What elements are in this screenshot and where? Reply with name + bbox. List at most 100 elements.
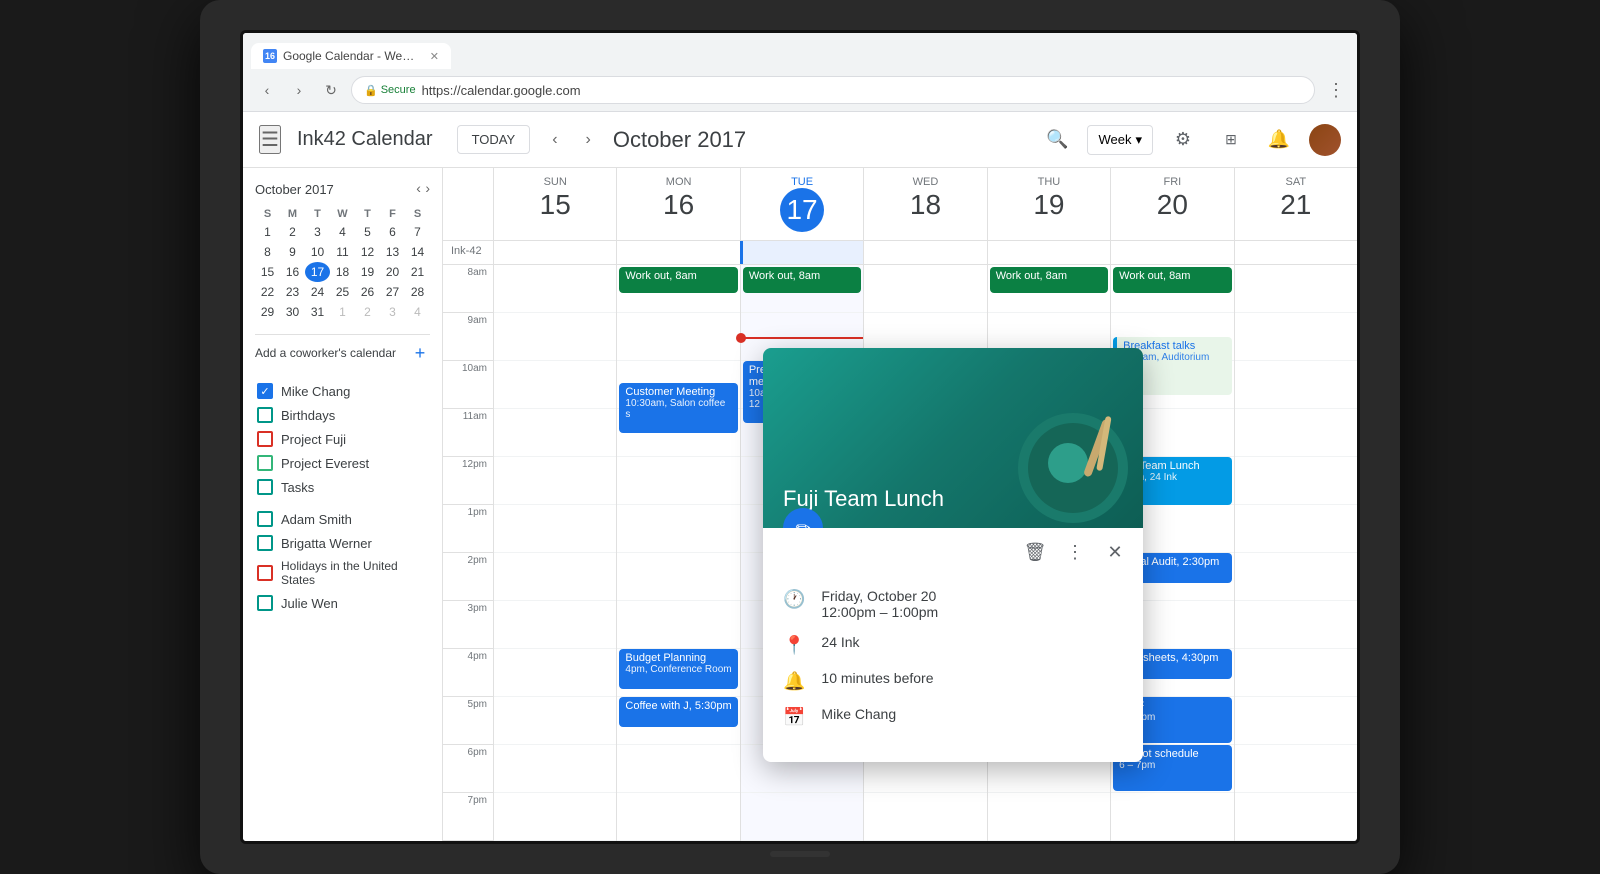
calendar-item-tasks[interactable]: Tasks — [255, 475, 430, 499]
mini-cal-day[interactable]: 27 — [380, 282, 405, 302]
mini-cal-day[interactable]: 21 — [405, 262, 430, 282]
address-bar[interactable]: 🔒 Secure https://calendar.google.com — [351, 76, 1315, 104]
calendar-checkbox-adam-smith[interactable] — [257, 511, 273, 527]
search-button[interactable]: 🔍 — [1039, 122, 1075, 158]
tab-close-button[interactable]: ✕ — [430, 50, 439, 63]
hamburger-menu-button[interactable]: ☰ — [259, 125, 281, 154]
mini-cal-day[interactable]: 3 — [380, 302, 405, 322]
browser-back-button[interactable]: ‹ — [255, 78, 279, 102]
calendar-checkbox-tasks[interactable] — [257, 479, 273, 495]
calendar-item-birthdays[interactable]: Birthdays — [255, 403, 430, 427]
apps-button[interactable]: ⊞ — [1213, 122, 1249, 158]
calendar-checkbox-julie-wen[interactable] — [257, 595, 273, 611]
calendar-checkbox-birthdays[interactable] — [257, 407, 273, 423]
day-header-mon[interactable]: MON 16 — [616, 168, 739, 240]
day-header-thu[interactable]: THU 19 — [987, 168, 1110, 240]
all-day-wed[interactable] — [863, 241, 986, 264]
mini-cal-day[interactable]: 15 — [255, 262, 280, 282]
event-budget-planning[interactable]: Budget Planning 4pm, Conference Room — [619, 649, 737, 689]
mini-cal-day[interactable]: 7 — [405, 222, 430, 242]
mini-cal-day[interactable]: 1 — [255, 222, 280, 242]
today-button[interactable]: TODAY — [457, 125, 531, 154]
browser-tab[interactable]: 16 Google Calendar - Week of O... ✕ — [251, 43, 451, 69]
event-workout-thu[interactable]: Work out, 8am — [990, 267, 1108, 293]
mini-cal-day[interactable]: 10 — [305, 242, 330, 262]
calendar-item-brigatta-werner[interactable]: Brigatta Werner — [255, 531, 430, 555]
mini-cal-day[interactable]: 14 — [405, 242, 430, 262]
mini-cal-day[interactable]: 20 — [380, 262, 405, 282]
mini-cal-day[interactable]: 9 — [280, 242, 305, 262]
settings-button[interactable]: ⚙ — [1165, 122, 1201, 158]
add-coworker-calendar[interactable]: Add a coworker's calendar + — [255, 334, 430, 371]
mini-cal-day[interactable]: 12 — [355, 242, 380, 262]
mini-cal-day[interactable]: 13 — [380, 242, 405, 262]
all-day-fri[interactable] — [1110, 241, 1233, 264]
mini-cal-day[interactable]: 31 — [305, 302, 330, 322]
popup-close-button[interactable]: ✕ — [1099, 536, 1131, 568]
all-day-tue[interactable] — [740, 241, 863, 264]
mini-cal-day[interactable]: 4 — [405, 302, 430, 322]
mini-cal-day[interactable]: 8 — [255, 242, 280, 262]
day-header-sun[interactable]: SUN 15 — [493, 168, 616, 240]
mini-cal-day[interactable]: 2 — [355, 302, 380, 322]
all-day-sun[interactable] — [493, 241, 616, 264]
view-dropdown[interactable]: Week ▾ — [1087, 125, 1153, 155]
mini-cal-day[interactable]: 1 — [330, 302, 355, 322]
popup-delete-button[interactable]: 🗑 — [1019, 536, 1051, 568]
calendar-checkbox-project-everest[interactable] — [257, 455, 273, 471]
day-header-tue[interactable]: TUE 17 — [740, 168, 863, 240]
event-workout-tue[interactable]: Work out, 8am — [743, 267, 861, 293]
mini-cal-today[interactable]: 17 — [305, 262, 330, 282]
day-header-sat[interactable]: SAT 21 — [1234, 168, 1357, 240]
calendar-item-adam-smith[interactable]: Adam Smith — [255, 507, 430, 531]
browser-refresh-button[interactable]: ↻ — [319, 78, 343, 102]
mini-cal-day[interactable]: 3 — [305, 222, 330, 242]
add-coworker-button[interactable]: + — [410, 343, 430, 363]
event-coffee[interactable]: Coffee with J, 5:30pm — [619, 697, 737, 727]
calendar-checkbox-brigatta-werner[interactable] — [257, 535, 273, 551]
prev-week-button[interactable]: ‹ — [546, 127, 563, 153]
mini-cal-day[interactable]: 23 — [280, 282, 305, 302]
mini-cal-day[interactable]: 28 — [405, 282, 430, 302]
mini-cal-prev-button[interactable]: ‹ — [416, 180, 421, 196]
calendar-checkbox-mike-chang[interactable] — [257, 383, 273, 399]
event-workout-fri[interactable]: Work out, 8am — [1113, 267, 1231, 293]
mini-cal-day[interactable]: 22 — [255, 282, 280, 302]
calendar-checkbox-holidays-us[interactable] — [257, 565, 273, 581]
mini-cal-day[interactable]: 30 — [280, 302, 305, 322]
event-workout-mon[interactable]: Work out, 8am — [619, 267, 737, 293]
mini-cal-day[interactable]: 24 — [305, 282, 330, 302]
calendar-item-project-fuji[interactable]: Project Fuji — [255, 427, 430, 451]
mini-cal-day[interactable]: 29 — [255, 302, 280, 322]
mini-cal-day[interactable]: 11 — [330, 242, 355, 262]
day-column-sat[interactable] — [1234, 265, 1357, 841]
mini-cal-day[interactable]: 16 — [280, 262, 305, 282]
event-customer-meeting[interactable]: Customer Meeting 10:30am, Salon coffee s — [619, 383, 737, 433]
mini-cal-day[interactable]: 18 — [330, 262, 355, 282]
next-week-button[interactable]: › — [580, 127, 597, 153]
notifications-button[interactable]: 🔔 — [1261, 122, 1297, 158]
mini-cal-day[interactable]: 25 — [330, 282, 355, 302]
mini-cal-day[interactable]: 26 — [355, 282, 380, 302]
mini-cal-day[interactable]: 2 — [280, 222, 305, 242]
calendar-item-project-everest[interactable]: Project Everest — [255, 451, 430, 475]
day-column-sun[interactable] — [493, 265, 616, 841]
all-day-thu[interactable] — [987, 241, 1110, 264]
all-day-sat[interactable] — [1234, 241, 1357, 264]
calendar-item-julie-wen[interactable]: Julie Wen — [255, 591, 430, 615]
all-day-mon[interactable] — [616, 241, 739, 264]
browser-forward-button[interactable]: › — [287, 78, 311, 102]
mini-cal-day[interactable]: 6 — [380, 222, 405, 242]
mini-cal-day[interactable]: 19 — [355, 262, 380, 282]
day-column-mon[interactable]: Work out, 8am Customer Meeting 10:30am, … — [616, 265, 739, 841]
mini-cal-next-button[interactable]: › — [425, 180, 430, 196]
calendar-item-mike-chang[interactable]: Mike Chang — [255, 379, 430, 403]
day-header-fri[interactable]: FRI 20 — [1110, 168, 1233, 240]
mini-cal-day[interactable]: 4 — [330, 222, 355, 242]
popup-more-button[interactable]: ⋮ — [1059, 536, 1091, 568]
calendar-item-holidays-us[interactable]: Holidays in the United States — [255, 555, 430, 591]
day-header-wed[interactable]: WED 18 — [863, 168, 986, 240]
calendar-checkbox-project-fuji[interactable] — [257, 431, 273, 447]
browser-more-icon[interactable]: ⋮ — [1327, 80, 1345, 101]
user-avatar[interactable] — [1309, 124, 1341, 156]
